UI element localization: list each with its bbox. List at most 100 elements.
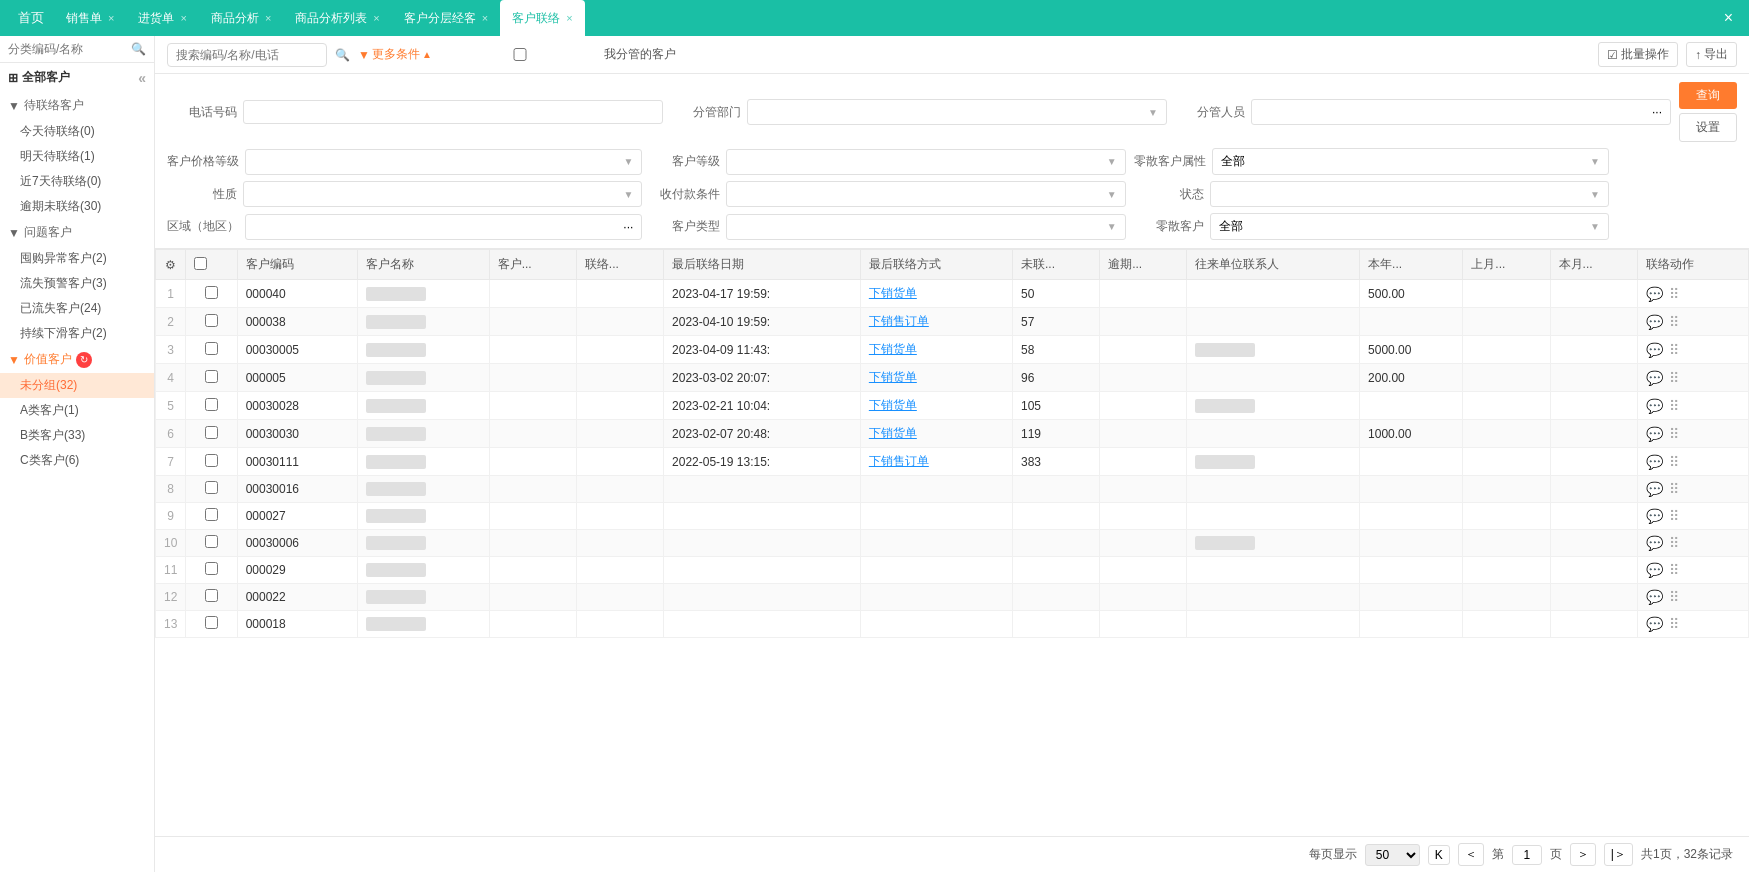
more-icon[interactable]: ⠿ bbox=[1669, 370, 1679, 386]
status-select[interactable]: ▼ bbox=[1210, 181, 1609, 207]
row-checkbox[interactable] bbox=[205, 616, 218, 629]
sidebar-item-declining[interactable]: 持续下滑客户(2) bbox=[0, 321, 154, 346]
cell-checkbox[interactable] bbox=[186, 448, 237, 476]
phone-input[interactable] bbox=[243, 100, 663, 124]
cell-checkbox[interactable] bbox=[186, 336, 237, 364]
nav-home[interactable]: 首页 bbox=[8, 0, 54, 36]
contact-method-link[interactable]: 下销货单 bbox=[869, 370, 917, 384]
search-input[interactable] bbox=[167, 43, 327, 67]
cell-checkbox[interactable] bbox=[186, 530, 237, 557]
cell-checkbox[interactable] bbox=[186, 392, 237, 420]
more-icon[interactable]: ⠿ bbox=[1669, 535, 1679, 551]
query-btn[interactable]: 查询 bbox=[1679, 82, 1737, 109]
my-customers-checkbox[interactable] bbox=[440, 48, 600, 61]
sidebar-search-icon[interactable]: 🔍 bbox=[131, 42, 146, 56]
contact-method-link[interactable]: 下销售订单 bbox=[869, 314, 929, 328]
sidebar-item-churned[interactable]: 已流失客户(24) bbox=[0, 296, 154, 321]
page-number-input[interactable] bbox=[1512, 845, 1542, 865]
customer-level-select[interactable]: ▼ bbox=[726, 149, 1125, 175]
row-checkbox[interactable] bbox=[205, 314, 218, 327]
cell-checkbox[interactable] bbox=[186, 557, 237, 584]
cell-checkbox[interactable] bbox=[186, 280, 237, 308]
row-checkbox[interactable] bbox=[205, 535, 218, 548]
nav-tab-goods-analysis[interactable]: 商品分析 × bbox=[199, 0, 283, 36]
chat-icon[interactable]: 💬 bbox=[1646, 589, 1663, 605]
row-checkbox[interactable] bbox=[205, 454, 218, 467]
retail-customer-select[interactable]: 全部 ▼ bbox=[1210, 213, 1609, 240]
contact-method-link[interactable]: 下销货单 bbox=[869, 286, 917, 300]
chat-icon[interactable]: 💬 bbox=[1646, 426, 1663, 442]
price-level-select[interactable]: ▼ bbox=[245, 149, 642, 175]
nav-tab-customer-contact[interactable]: 客户联络 × bbox=[500, 0, 584, 36]
chat-icon[interactable]: 💬 bbox=[1646, 562, 1663, 578]
cell-checkbox[interactable] bbox=[186, 503, 237, 530]
more-icon[interactable]: ⠿ bbox=[1669, 562, 1679, 578]
sidebar-item-overdue[interactable]: 逾期未联络(30) bbox=[0, 194, 154, 219]
sidebar-item-today-pending[interactable]: 今天待联络(0) bbox=[0, 119, 154, 144]
retail-attr-select[interactable]: 全部 ▼ bbox=[1212, 148, 1609, 175]
row-checkbox[interactable] bbox=[205, 342, 218, 355]
row-checkbox[interactable] bbox=[205, 508, 218, 521]
contact-method-link[interactable]: 下销货单 bbox=[869, 342, 917, 356]
last-page-btn[interactable]: |＞ bbox=[1604, 843, 1633, 866]
sidebar-group-value[interactable]: ▼ 价值客户 ↻ bbox=[0, 346, 154, 373]
chat-icon[interactable]: 💬 bbox=[1646, 481, 1663, 497]
cell-checkbox[interactable] bbox=[186, 611, 237, 638]
close-sales-tab[interactable]: × bbox=[108, 12, 114, 24]
contact-method-link[interactable]: 下销售订单 bbox=[869, 454, 929, 468]
customer-type-select[interactable]: ▼ bbox=[726, 214, 1125, 240]
chat-icon[interactable]: 💬 bbox=[1646, 616, 1663, 632]
checkbox-col-header[interactable] bbox=[186, 250, 237, 280]
all-customers-header[interactable]: ⊞ 全部客户 « bbox=[0, 63, 154, 92]
nav-tab-customer-segment[interactable]: 客户分层经客 × bbox=[392, 0, 500, 36]
sidebar-item-ungrouped[interactable]: 未分组(32) bbox=[0, 373, 154, 398]
per-page-select[interactable]: 50 100 200 bbox=[1365, 844, 1420, 866]
sidebar-search-input[interactable] bbox=[8, 42, 131, 56]
contact-method-link[interactable]: 下销货单 bbox=[869, 398, 917, 412]
chat-icon[interactable]: 💬 bbox=[1646, 314, 1663, 330]
sidebar-item-class-b[interactable]: B类客户(33) bbox=[0, 423, 154, 448]
row-checkbox[interactable] bbox=[205, 426, 218, 439]
select-all-checkbox[interactable] bbox=[194, 257, 207, 270]
chat-icon[interactable]: 💬 bbox=[1646, 370, 1663, 386]
settings-col-header[interactable]: ⚙ bbox=[156, 250, 186, 280]
search-icon[interactable]: 🔍 bbox=[335, 48, 350, 62]
close-goods-analysis-tab[interactable]: × bbox=[265, 12, 271, 24]
more-icon[interactable]: ⠿ bbox=[1669, 589, 1679, 605]
close-segment-tab[interactable]: × bbox=[482, 12, 488, 24]
cell-checkbox[interactable] bbox=[186, 584, 237, 611]
more-icon[interactable]: ⠿ bbox=[1669, 286, 1679, 302]
more-icon[interactable]: ⠿ bbox=[1669, 481, 1679, 497]
more-icon[interactable]: ⠿ bbox=[1669, 616, 1679, 632]
chat-icon[interactable]: 💬 bbox=[1646, 508, 1663, 524]
more-icon[interactable]: ⠿ bbox=[1669, 314, 1679, 330]
nav-tab-purchase[interactable]: 进货单 × bbox=[126, 0, 198, 36]
sidebar-group-pending[interactable]: ▼ 待联络客户 bbox=[0, 92, 154, 119]
manager-select[interactable]: ··· bbox=[1251, 99, 1671, 125]
nav-tab-goods-list[interactable]: 商品分析列表 × bbox=[283, 0, 391, 36]
prev-page-btn[interactable]: ＜ bbox=[1458, 843, 1484, 866]
chat-icon[interactable]: 💬 bbox=[1646, 454, 1663, 470]
chat-icon[interactable]: 💬 bbox=[1646, 398, 1663, 414]
sidebar-item-churn-warning[interactable]: 流失预警客户(3) bbox=[0, 271, 154, 296]
cell-checkbox[interactable] bbox=[186, 364, 237, 392]
cell-checkbox[interactable] bbox=[186, 420, 237, 448]
contact-method-link[interactable]: 下销货单 bbox=[869, 426, 917, 440]
close-contact-tab[interactable]: × bbox=[566, 12, 572, 24]
close-goods-list-tab[interactable]: × bbox=[373, 12, 379, 24]
more-icon[interactable]: ⠿ bbox=[1669, 454, 1679, 470]
chat-icon[interactable]: 💬 bbox=[1646, 286, 1663, 302]
more-icon[interactable]: ⠿ bbox=[1669, 508, 1679, 524]
dept-select[interactable]: ▼ bbox=[747, 99, 1167, 125]
more-icon[interactable]: ⠿ bbox=[1669, 426, 1679, 442]
payment-select[interactable]: ▼ bbox=[726, 181, 1125, 207]
more-conditions-btn[interactable]: ▼ 更多条件 ▲ bbox=[358, 46, 432, 63]
sidebar-item-tomorrow-pending[interactable]: 明天待联络(1) bbox=[0, 144, 154, 169]
more-icon[interactable]: ⠿ bbox=[1669, 398, 1679, 414]
first-page-btn[interactable]: K bbox=[1428, 845, 1450, 865]
nature-select[interactable]: ▼ bbox=[243, 181, 642, 207]
batch-operation-btn[interactable]: ☑ 批量操作 bbox=[1598, 42, 1678, 67]
next-page-btn[interactable]: ＞ bbox=[1570, 843, 1596, 866]
cell-checkbox[interactable] bbox=[186, 476, 237, 503]
window-close-button[interactable]: × bbox=[1716, 9, 1741, 27]
